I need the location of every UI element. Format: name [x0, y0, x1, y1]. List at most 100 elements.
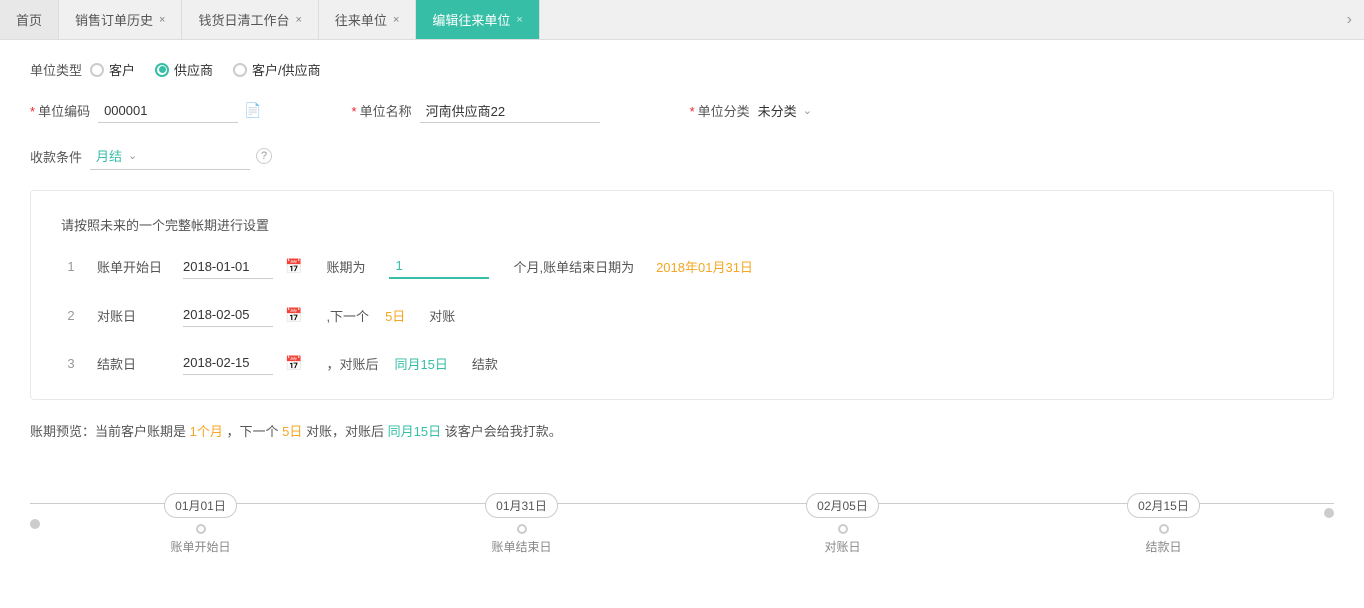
tab-home[interactable]: 首页: [0, 0, 59, 39]
unit-type-label: 单位类型: [30, 60, 82, 79]
billing-section: 请按照未来的一个完整帐期进行设置 1 账单开始日 📅 账期为 个月,账单结束日期…: [30, 190, 1334, 400]
tab-bar: 首页 销售订单历史 × 钱货日清工作台 × 往来单位 × 编辑往来单位 × ›: [0, 0, 1364, 40]
preview-part2-suffix: 对账，对账后: [306, 424, 384, 439]
timeline-label-1: 账单开始日: [170, 538, 230, 555]
payment-terms-dropdown[interactable]: 月结 ⌄: [90, 142, 250, 170]
unit-type-row: 单位类型 客户 供应商 客户/供应商: [30, 60, 1334, 79]
unit-category-label: 单位分类: [690, 101, 750, 120]
preview-label: 账期预览：当前客户账期是: [30, 424, 186, 439]
payment-terms-value: 月结: [96, 146, 122, 165]
unit-name-group: 单位名称: [352, 99, 600, 123]
billing-start-date-input[interactable]: [183, 255, 273, 279]
code-name-category-row: 单位编码 📄 单位名称 单位分类 未分类 ⌄: [30, 97, 1334, 124]
tab-partner-label: 往来单位: [335, 10, 387, 29]
reconcile-date-input[interactable]: [183, 303, 273, 327]
timeline-start-dot: [30, 519, 40, 529]
payment-day-highlight: 同月15日: [394, 354, 447, 373]
timeline-label-2: 账单结束日: [491, 538, 551, 555]
billing-row-1: 1 账单开始日 📅 账期为 个月,账单结束日期为 2018年01月31日: [61, 254, 1303, 279]
timeline-badge-3: 02月05日: [806, 493, 879, 518]
unit-name-input[interactable]: [420, 99, 600, 123]
radio-customer[interactable]: 客户: [90, 60, 135, 79]
tab-edit-partner-label: 编辑往来单位: [432, 10, 510, 29]
row-3-desc-prefix: ，对账后: [326, 354, 378, 373]
row-1-desc-suffix: 个月,账单结束日期为: [513, 257, 634, 276]
billing-row-2: 2 对账日 📅 ,下一个 5日 对账: [61, 303, 1303, 327]
radio-supplier-circle: [155, 63, 169, 77]
preview-period-highlight: 1个月: [190, 424, 223, 439]
period-input[interactable]: [389, 254, 489, 279]
radio-both-circle: [233, 63, 247, 77]
timeline-item-4: 02月15日 结款日: [1003, 493, 1324, 555]
timeline-label-3: 对账日: [824, 538, 860, 555]
row-3-label: 结款日: [97, 354, 167, 373]
tab-cash-desk[interactable]: 钱货日清工作台 ×: [182, 0, 318, 39]
timeline-dot-2: [517, 524, 527, 534]
unit-code-icon[interactable]: 📄: [244, 102, 261, 119]
radio-both[interactable]: 客户/供应商: [233, 60, 321, 79]
radio-supplier[interactable]: 供应商: [155, 60, 213, 79]
timeline-item-1: 01月01日 账单开始日: [40, 493, 361, 555]
help-icon[interactable]: ?: [256, 148, 272, 164]
radio-group-unit-type: 客户 供应商 客户/供应商: [90, 60, 321, 79]
tab-edit-partner-close[interactable]: ×: [516, 14, 522, 26]
row-1-num: 1: [61, 259, 81, 274]
timeline: 01月01日 账单开始日 01月31日 账单结束日 02月05日 对账日 02月…: [30, 473, 1334, 575]
preview-reconcile-highlight: 5日: [282, 424, 302, 439]
row-2-desc-suffix: 对账: [429, 306, 455, 325]
row-3-desc-suffix: 结款: [472, 354, 498, 373]
tab-arrow[interactable]: ›: [1335, 0, 1364, 39]
preview-text: 账期预览：当前客户账期是 1个月 ，下一个 5日 对账，对账后 同月15日 该客…: [30, 420, 1334, 443]
payment-terms-row: 收款条件 月结 ⌄ ?: [30, 142, 1334, 170]
tab-partner[interactable]: 往来单位 ×: [319, 0, 416, 39]
reconcile-day-highlight: 5日: [385, 306, 405, 325]
timeline-item-2: 01月31日 账单结束日: [361, 493, 682, 555]
row-1-label: 账单开始日: [97, 257, 167, 276]
billing-row-3: 3 结款日 📅 ，对账后 同月15日 结款: [61, 351, 1303, 375]
unit-code-input[interactable]: [98, 99, 238, 123]
tab-sales-history-label: 销售订单历史: [75, 10, 153, 29]
unit-code-label: 单位编码: [30, 101, 90, 120]
unit-category-value: 未分类: [758, 101, 797, 120]
tab-home-label: 首页: [16, 10, 42, 29]
timeline-dot-3: [838, 524, 848, 534]
row-1-value: 📅: [183, 255, 302, 279]
preview-part3-suffix: 该客户会给我打款。: [445, 424, 562, 439]
payment-calendar-icon[interactable]: 📅: [285, 355, 302, 372]
timeline-dot-4: [1159, 524, 1169, 534]
radio-supplier-label: 供应商: [174, 60, 213, 79]
chevron-down-icon: ⌄: [803, 104, 812, 117]
payment-date-input[interactable]: [183, 351, 273, 375]
tab-sales-history-close[interactable]: ×: [159, 14, 165, 26]
radio-customer-label: 客户: [109, 60, 135, 79]
row-3-num: 3: [61, 356, 81, 371]
row-1-desc-prefix: 账期为: [326, 257, 365, 276]
tab-partner-close[interactable]: ×: [393, 14, 399, 26]
billing-end-date-highlight: 2018年01月31日: [656, 257, 753, 276]
payment-terms-label: 收款条件: [30, 147, 82, 166]
preview-part2-prefix: ，下一个: [227, 424, 279, 439]
radio-customer-circle: [90, 63, 104, 77]
tab-cash-desk-close[interactable]: ×: [295, 14, 301, 26]
timeline-badge-4: 02月15日: [1127, 493, 1200, 518]
tab-edit-partner[interactable]: 编辑往来单位 ×: [416, 0, 539, 39]
main-content: 单位类型 客户 供应商 客户/供应商 单位编码 📄 单位名称: [0, 40, 1364, 608]
unit-name-label: 单位名称: [352, 101, 412, 120]
radio-both-label: 客户/供应商: [252, 60, 321, 79]
row-2-label: 对账日: [97, 306, 167, 325]
timeline-badge-2: 01月31日: [485, 493, 558, 518]
reconcile-calendar-icon[interactable]: 📅: [285, 307, 302, 324]
preview-payment-highlight: 同月15日: [388, 424, 441, 439]
tab-cash-desk-label: 钱货日清工作台: [198, 10, 289, 29]
row-2-value: 📅: [183, 303, 302, 327]
row-2-num: 2: [61, 308, 81, 323]
tab-sales-history[interactable]: 销售订单历史 ×: [59, 0, 182, 39]
unit-category-dropdown[interactable]: 未分类 ⌄: [758, 97, 812, 124]
billing-start-calendar-icon[interactable]: 📅: [285, 258, 302, 275]
row-3-value: 📅: [183, 351, 302, 375]
section-title: 请按照未来的一个完整帐期进行设置: [61, 215, 1303, 234]
timeline-end-dot: [1324, 508, 1334, 518]
timeline-badge-1: 01月01日: [164, 493, 237, 518]
timeline-dot-1: [196, 524, 206, 534]
unit-category-group: 单位分类 未分类 ⌄: [690, 97, 812, 124]
